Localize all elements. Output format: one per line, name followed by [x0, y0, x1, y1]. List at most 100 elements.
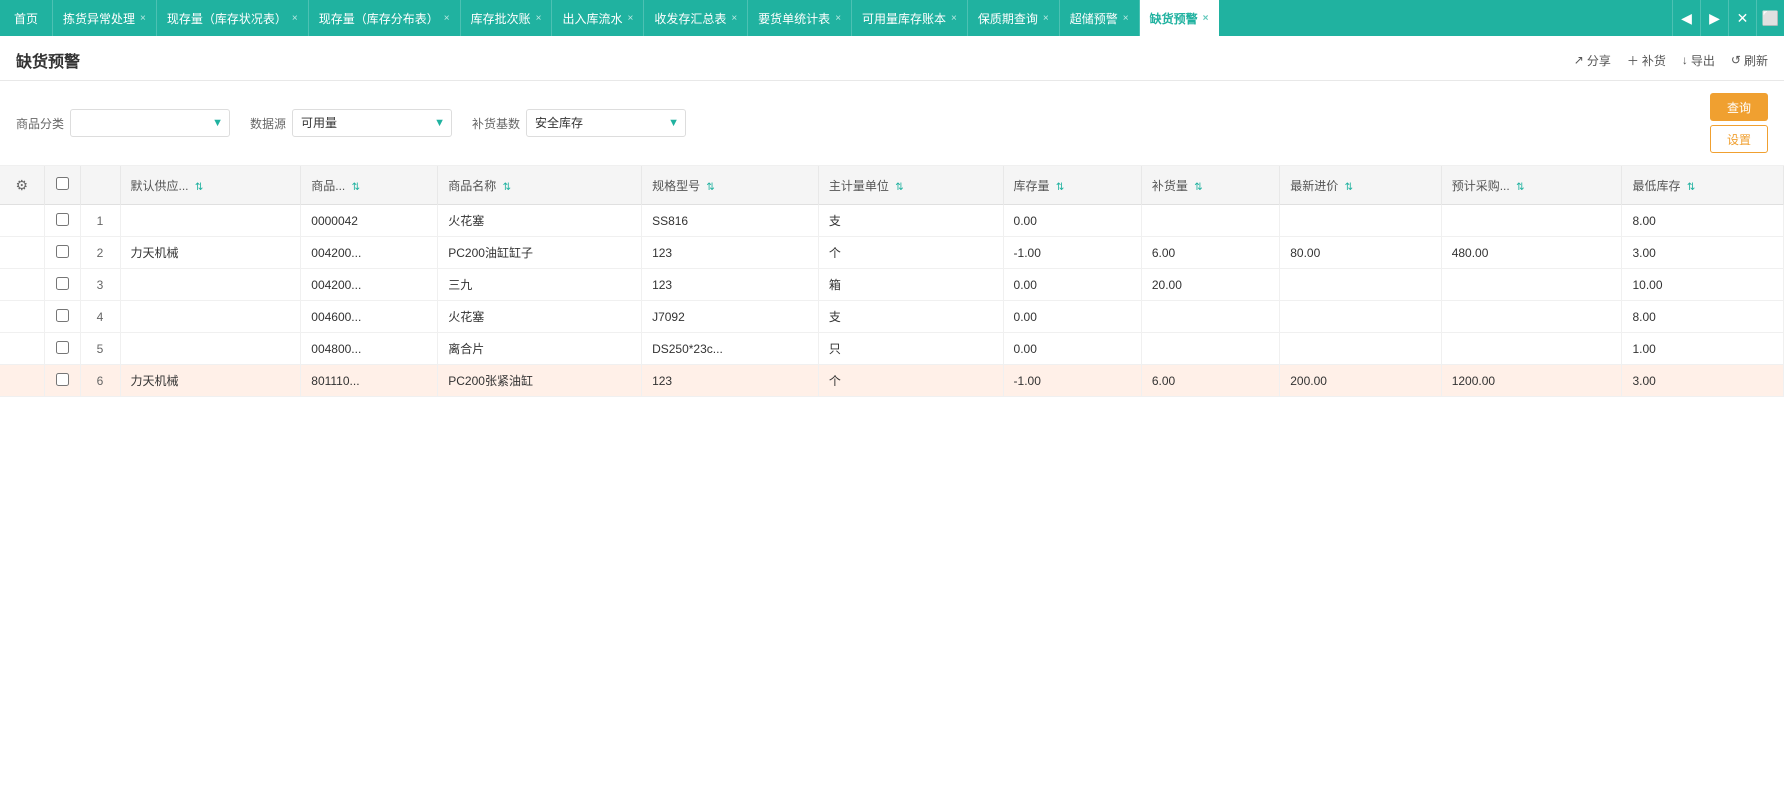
row-checkbox-1[interactable] [56, 245, 69, 258]
sort-latest-price-icon: ⇅ [1345, 182, 1353, 193]
tab-requisition[interactable]: 要货单统计表 × [748, 0, 852, 36]
row-checkbox-4[interactable] [56, 341, 69, 354]
replenish-button[interactable]: ＋ 补货 [1627, 52, 1666, 69]
row-code: 801110... [301, 365, 438, 397]
row-settings-cell [0, 365, 44, 397]
share-button[interactable]: ↗ 分享 [1574, 52, 1611, 69]
row-stock: -1.00 [1003, 365, 1141, 397]
row-est-purchase: 480.00 [1441, 237, 1622, 269]
row-check-cell[interactable] [44, 269, 80, 301]
col-header-check[interactable] [44, 166, 80, 205]
col-header-replenish[interactable]: 补货量 ⇅ [1141, 166, 1279, 205]
row-check-cell[interactable] [44, 205, 80, 237]
tab-inventory1[interactable]: 现存量（库存状况表） × [157, 0, 309, 36]
replenish-base-label: 补货基数 [472, 115, 520, 132]
row-check-cell[interactable] [44, 301, 80, 333]
col-header-est-purchase[interactable]: 预计采购... ⇅ [1441, 166, 1622, 205]
close-tab-inout[interactable]: × [627, 13, 633, 24]
col-header-spec[interactable]: 规格型号 ⇅ [642, 166, 819, 205]
row-checkbox-0[interactable] [56, 213, 69, 226]
close-tab-inventory1[interactable]: × [292, 13, 298, 24]
row-min-stock: 10.00 [1622, 269, 1784, 301]
header-actions: ↗ 分享 ＋ 补货 ↓ 导出 ↺ 刷新 [1574, 52, 1768, 69]
replenish-base-filter-group: 补货基数 安全库存 ▼ [472, 109, 686, 137]
tab-inout[interactable]: 出入库流水 × [552, 0, 644, 36]
col-header-unit[interactable]: 主计量单位 ⇅ [818, 166, 1003, 205]
tab-prev-button[interactable]: ◀ [1672, 0, 1700, 36]
tab-collect[interactable]: 收发存汇总表 × [644, 0, 748, 36]
settings-icon[interactable]: ⚙ [11, 174, 33, 196]
row-code: 004200... [301, 237, 438, 269]
row-checkbox-2[interactable] [56, 277, 69, 290]
select-all-checkbox[interactable] [56, 177, 69, 190]
row-checkbox-3[interactable] [56, 309, 69, 322]
row-spec: J7092 [642, 301, 819, 333]
close-tab-abnormal[interactable]: × [140, 13, 146, 24]
close-tab-inventory2[interactable]: × [444, 13, 450, 24]
close-tab-available[interactable]: × [951, 13, 957, 24]
row-check-cell[interactable] [44, 237, 80, 269]
row-supplier [120, 205, 301, 237]
tab-inventory2[interactable]: 现存量（库存分布表） × [309, 0, 461, 36]
tab-close-all-button[interactable]: ✕ [1728, 0, 1756, 36]
close-tab-shortage[interactable]: × [1203, 13, 1209, 24]
tab-abnormal[interactable]: 拣货异常处理 × [53, 0, 157, 36]
close-tab-expire[interactable]: × [1043, 13, 1049, 24]
export-icon: ↓ [1682, 53, 1688, 67]
row-est-purchase [1441, 269, 1622, 301]
row-min-stock: 3.00 [1622, 237, 1784, 269]
row-est-purchase [1441, 333, 1622, 365]
tab-available[interactable]: 可用量库存账本 × [852, 0, 968, 36]
row-supplier: 力天机械 [120, 237, 301, 269]
col-header-stock[interactable]: 库存量 ⇅ [1003, 166, 1141, 205]
close-tab-batch[interactable]: × [536, 13, 542, 24]
page-header: 缺货预警 ↗ 分享 ＋ 补货 ↓ 导出 ↺ 刷新 [0, 36, 1784, 81]
row-checkbox-5[interactable] [56, 373, 69, 386]
filter-actions: 查询 设置 [1710, 93, 1768, 153]
export-button[interactable]: ↓ 导出 [1682, 52, 1715, 69]
table-wrap: ⚙ 默认供应... ⇅ 商品... ⇅ 商品名称 [0, 166, 1784, 397]
category-select[interactable] [70, 109, 230, 137]
row-est-purchase [1441, 301, 1622, 333]
tab-shortage[interactable]: 缺货预警 × [1140, 0, 1220, 36]
row-unit: 只 [818, 333, 1003, 365]
close-tab-requisition[interactable]: × [835, 13, 841, 24]
row-spec: DS250*23c... [642, 333, 819, 365]
query-button[interactable]: 查询 [1710, 93, 1768, 121]
close-tab-overstock[interactable]: × [1123, 13, 1129, 24]
filter-area: 商品分类 ▼ 数据源 可用量 ▼ 补货基数 安全库存 [0, 81, 1784, 166]
row-code: 004200... [301, 269, 438, 301]
col-header-code[interactable]: 商品... ⇅ [301, 166, 438, 205]
tab-overstock[interactable]: 超储预警 × [1060, 0, 1140, 36]
category-label: 商品分类 [16, 115, 64, 132]
table-row: 2 力天机械 004200... PC200油缸缸子 123 个 -1.00 6… [0, 237, 1784, 269]
tab-next-button[interactable]: ▶ [1700, 0, 1728, 36]
replenish-icon: ＋ [1627, 52, 1639, 69]
row-check-cell[interactable] [44, 333, 80, 365]
row-num: 4 [80, 301, 120, 333]
col-header-settings[interactable]: ⚙ [0, 166, 44, 205]
row-supplier [120, 333, 301, 365]
settings-button[interactable]: 设置 [1710, 125, 1768, 153]
sort-stock-icon: ⇅ [1056, 182, 1064, 193]
row-num: 2 [80, 237, 120, 269]
sort-code-icon: ⇅ [352, 182, 360, 193]
refresh-button[interactable]: ↺ 刷新 [1731, 52, 1768, 69]
category-filter-group: 商品分类 ▼ [16, 109, 230, 137]
row-settings-cell [0, 301, 44, 333]
replenish-base-select[interactable]: 安全库存 [526, 109, 686, 137]
tab-home[interactable]: 首页 [0, 0, 53, 36]
tab-expand-button[interactable]: ⬜ [1756, 0, 1784, 36]
row-min-stock: 3.00 [1622, 365, 1784, 397]
col-header-supplier[interactable]: 默认供应... ⇅ [120, 166, 301, 205]
row-est-purchase [1441, 205, 1622, 237]
col-header-name[interactable]: 商品名称 ⇅ [438, 166, 642, 205]
datasource-select[interactable]: 可用量 [292, 109, 452, 137]
close-tab-collect[interactable]: × [731, 13, 737, 24]
col-header-min-stock[interactable]: 最低库存 ⇅ [1622, 166, 1784, 205]
tab-expire[interactable]: 保质期查询 × [968, 0, 1060, 36]
col-header-latest-price[interactable]: 最新进价 ⇅ [1280, 166, 1441, 205]
row-spec: 123 [642, 237, 819, 269]
row-check-cell[interactable] [44, 365, 80, 397]
tab-batch[interactable]: 库存批次账 × [461, 0, 553, 36]
